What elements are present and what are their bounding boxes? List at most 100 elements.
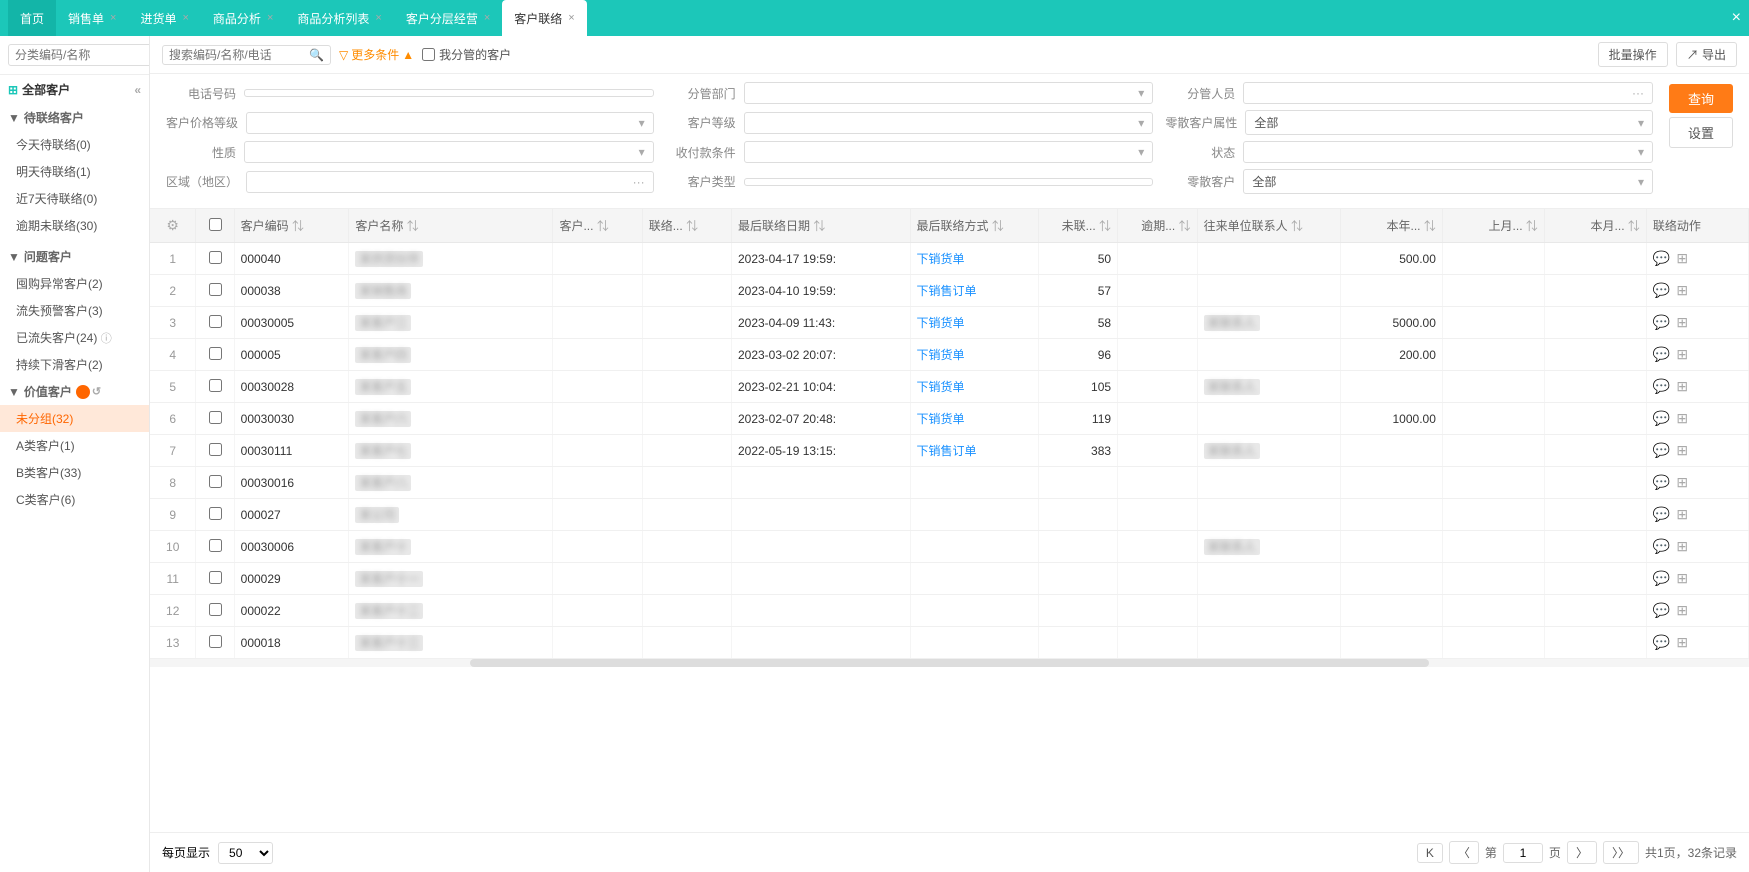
tab-product-analysis[interactable]: 商品分析 × <box>201 0 285 36</box>
tab-product-list-close[interactable]: × <box>375 12 381 24</box>
last-method-link[interactable]: 下销货单 <box>917 380 965 394</box>
problem-section-header[interactable]: ▼ 问题客户 <box>0 243 149 270</box>
filter-search-box[interactable]: 🔍 <box>162 45 331 65</box>
message-icon[interactable]: 💬 <box>1653 474 1670 491</box>
th-year[interactable]: 本年... ⇅ <box>1340 209 1442 243</box>
row-checkbox[interactable] <box>209 635 222 648</box>
sidebar-item-class-b[interactable]: B类客户(33) <box>0 459 149 486</box>
more-actions-icon[interactable]: ⊞ <box>1676 314 1688 331</box>
sidebar-item-churn-warning[interactable]: 流失预警客户(3) <box>0 297 149 324</box>
last-contact-method[interactable]: 下销货单 <box>910 339 1038 371</box>
th-this-month[interactable]: 本月... ⇅ <box>1544 209 1646 243</box>
row-check[interactable] <box>196 627 234 659</box>
sidebar-item-class-c[interactable]: C类客户(6) <box>0 486 149 513</box>
last-method-link[interactable]: 下销售订单 <box>917 444 977 458</box>
my-customers-checkbox[interactable]: 我分管的客户 <box>422 46 511 63</box>
message-icon[interactable]: 💬 <box>1653 602 1670 619</box>
dept-input[interactable]: ▾ <box>744 82 1154 104</box>
last-contact-method[interactable] <box>910 595 1038 627</box>
tab-sales-close[interactable]: × <box>110 12 116 24</box>
row-checkbox[interactable] <box>209 507 222 520</box>
sidebar-search-input[interactable] <box>8 44 150 66</box>
cust-type-input[interactable] <box>744 178 1154 186</box>
row-check[interactable] <box>196 435 234 467</box>
tab-purchase-close[interactable]: × <box>182 12 188 24</box>
horizontal-scrollbar[interactable] <box>150 659 1749 667</box>
message-icon[interactable]: 💬 <box>1653 506 1670 523</box>
last-contact-method[interactable] <box>910 531 1038 563</box>
last-contact-method[interactable]: 下销货单 <box>910 403 1038 435</box>
sidebar-item-abnormal[interactable]: 囤购异常客户(2) <box>0 270 149 297</box>
row-checkbox[interactable] <box>209 251 222 264</box>
more-actions-icon[interactable]: ⊞ <box>1676 346 1688 363</box>
row-checkbox[interactable] <box>209 315 222 328</box>
th-contacts[interactable]: 往来单位联系人 ⇅ <box>1197 209 1340 243</box>
row-check[interactable] <box>196 595 234 627</box>
message-icon[interactable]: 💬 <box>1653 250 1670 267</box>
th-name[interactable]: 客户名称 ⇅ <box>349 209 553 243</box>
message-icon[interactable]: 💬 <box>1653 538 1670 555</box>
row-checkbox[interactable] <box>209 411 222 424</box>
th-date[interactable]: 最后联络日期 ⇅ <box>731 209 910 243</box>
sidebar-item-overdue-pending[interactable]: 逾期未联络(30) <box>0 212 149 239</box>
tab-sales[interactable]: 销售单 × <box>56 0 128 36</box>
th-type[interactable]: 客户... ⇅ <box>553 209 642 243</box>
reset-button[interactable]: 设置 <box>1669 117 1733 148</box>
more-actions-icon[interactable]: ⊞ <box>1676 538 1688 555</box>
message-icon[interactable]: 💬 <box>1653 410 1670 427</box>
value-refresh-icon[interactable]: ↺ <box>92 385 101 398</box>
last-contact-method[interactable]: 下销货单 <box>910 307 1038 339</box>
row-check[interactable] <box>196 371 234 403</box>
row-checkbox[interactable] <box>209 379 222 392</box>
batch-operations-button[interactable]: 批量操作 <box>1598 42 1668 67</box>
all-customers-header[interactable]: ⊞ 全部客户 « <box>0 75 149 104</box>
last-page-button[interactable]: 〉〉 <box>1603 841 1639 864</box>
search-input[interactable] <box>169 48 309 62</box>
next-page-button[interactable]: 〉 <box>1567 841 1597 864</box>
row-check[interactable] <box>196 531 234 563</box>
filter-search-icon[interactable]: 🔍 <box>309 48 324 62</box>
last-contact-method[interactable]: 下销售订单 <box>910 435 1038 467</box>
more-actions-icon[interactable]: ⊞ <box>1676 506 1688 523</box>
export-button[interactable]: ↗ 导出 <box>1676 42 1737 67</box>
collapse-icon[interactable]: « <box>134 83 141 97</box>
th-overdue[interactable]: 逾期... ⇅ <box>1118 209 1198 243</box>
more-conditions-button[interactable]: ▽ 更多条件 ▲ <box>339 46 414 63</box>
query-button[interactable]: 查询 <box>1669 84 1733 113</box>
tab-product-analysis-close[interactable]: × <box>267 12 273 24</box>
retail-attr-input[interactable]: 全部 ▾ <box>1245 110 1653 135</box>
tab-purchase[interactable]: 进货单 × <box>128 0 200 36</box>
sidebar-item-week-pending[interactable]: 近7天待联络(0) <box>0 185 149 212</box>
th-last-month[interactable]: 上月... ⇅ <box>1442 209 1544 243</box>
tab-customer-contact[interactable]: 客户联络 × <box>502 0 586 36</box>
last-contact-method[interactable]: 下销售订单 <box>910 275 1038 307</box>
retail-cust-input[interactable]: 全部 ▾ <box>1243 169 1653 194</box>
last-method-link[interactable]: 下销货单 <box>917 412 965 426</box>
row-checkbox[interactable] <box>209 603 222 616</box>
last-method-link[interactable]: 下销货单 <box>917 252 965 266</box>
payment-input[interactable]: ▾ <box>744 141 1154 163</box>
row-checkbox[interactable] <box>209 283 222 296</box>
phone-input[interactable] <box>244 89 654 97</box>
more-actions-icon[interactable]: ⊞ <box>1676 410 1688 427</box>
last-method-link[interactable]: 下销货单 <box>917 316 965 330</box>
price-grade-input[interactable]: ▾ <box>246 112 654 134</box>
last-method-link[interactable]: 下销售订单 <box>917 284 977 298</box>
row-check[interactable] <box>196 243 234 275</box>
th-method[interactable]: 最后联络方式 ⇅ <box>910 209 1038 243</box>
last-contact-method[interactable] <box>910 627 1038 659</box>
row-check[interactable] <box>196 403 234 435</box>
row-checkbox[interactable] <box>209 475 222 488</box>
close-all-button[interactable]: × <box>1732 9 1741 27</box>
more-actions-icon[interactable]: ⊞ <box>1676 474 1688 491</box>
last-contact-method[interactable] <box>910 563 1038 595</box>
message-icon[interactable]: 💬 <box>1653 442 1670 459</box>
more-actions-icon[interactable]: ⊞ <box>1676 378 1688 395</box>
sidebar-item-declining[interactable]: 持续下滑客户(2) <box>0 351 149 378</box>
row-check[interactable] <box>196 563 234 595</box>
sidebar-item-class-a[interactable]: A类客户(1) <box>0 432 149 459</box>
tab-customer-tier-close[interactable]: × <box>484 12 490 24</box>
more-actions-icon[interactable]: ⊞ <box>1676 442 1688 459</box>
row-check[interactable] <box>196 339 234 371</box>
th-pending[interactable]: 未联... ⇅ <box>1038 209 1118 243</box>
